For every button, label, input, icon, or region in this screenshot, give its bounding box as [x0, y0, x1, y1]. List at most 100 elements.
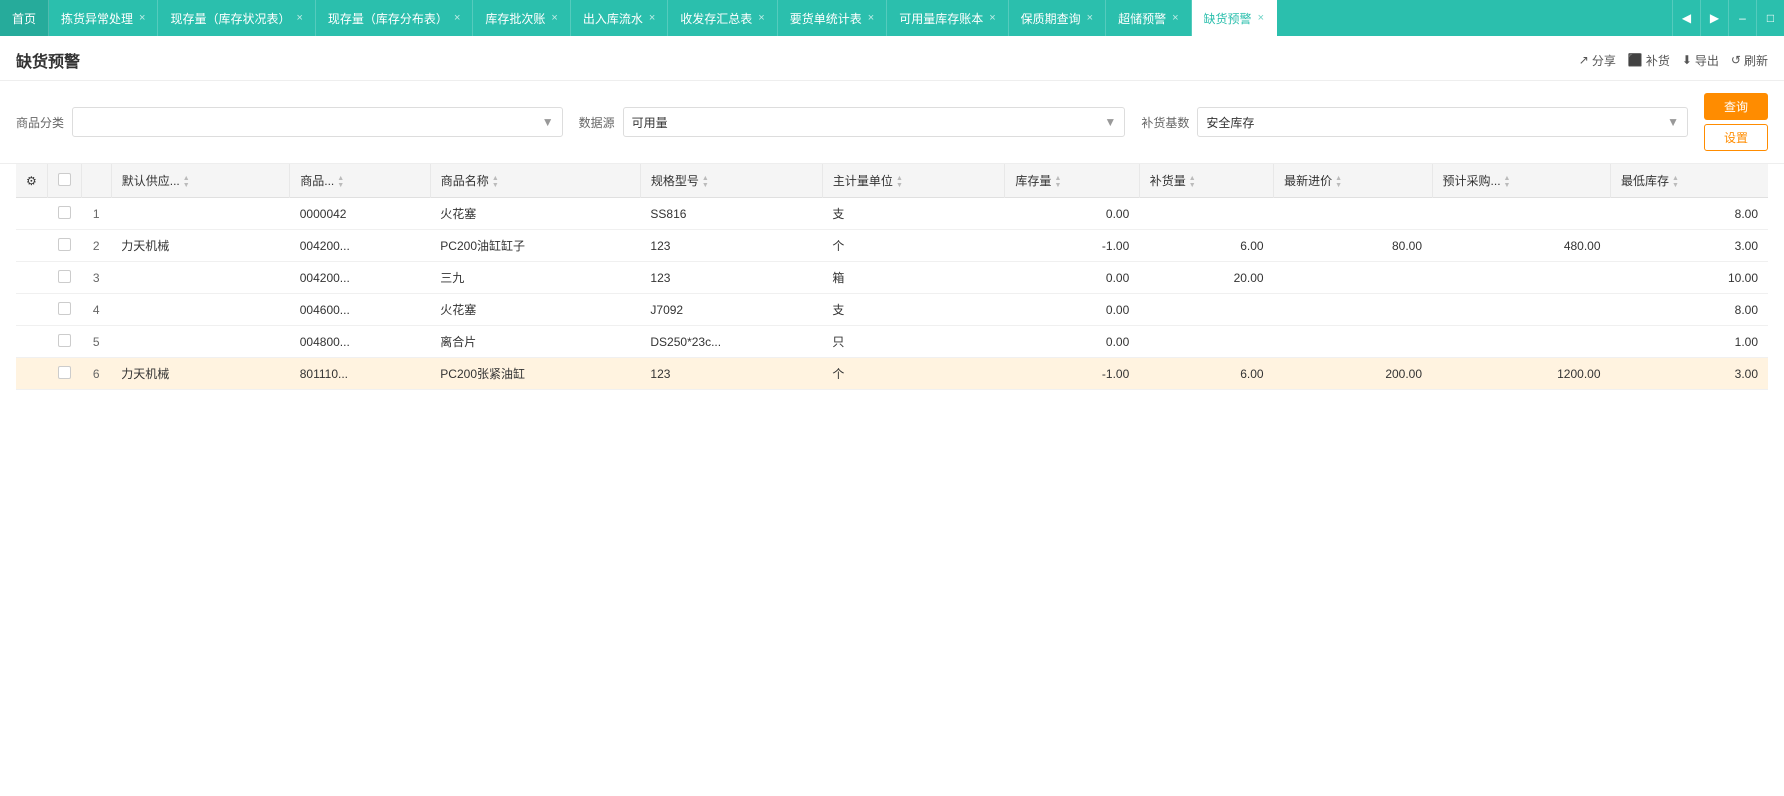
- sort-price-icon: [1335, 175, 1342, 189]
- td-name: 火花塞: [430, 294, 640, 326]
- table-row: 2力天机械004200...PC200油缸缸子123个-1.006.0080.0…: [16, 230, 1768, 262]
- td-price: 80.00: [1274, 230, 1432, 262]
- tab-close-stock-dist[interactable]: ×: [454, 12, 460, 24]
- th-min-stock[interactable]: 最低库存: [1611, 164, 1768, 198]
- td-name: 离合片: [430, 326, 640, 358]
- th-product-name[interactable]: 商品名称: [430, 164, 640, 198]
- sort-min-icon: [1672, 175, 1679, 189]
- row-checkbox[interactable]: [58, 334, 71, 347]
- tab-close-collect[interactable]: ×: [758, 12, 764, 24]
- tab-close-inout[interactable]: ×: [649, 12, 655, 24]
- export-action[interactable]: ⬇ 导出: [1682, 52, 1719, 69]
- tab-available[interactable]: 可用量库存账本×: [887, 0, 1008, 36]
- sort-replenish-icon: [1189, 175, 1196, 189]
- category-select[interactable]: ▼: [72, 107, 563, 137]
- th-stock[interactable]: 库存量: [1005, 164, 1139, 198]
- td-row-num: 2: [81, 230, 111, 262]
- tab-expiry[interactable]: 保质期查询×: [1009, 0, 1106, 36]
- td-code: 801110...: [290, 358, 431, 390]
- th-default-supplier[interactable]: 默认供应...: [111, 164, 289, 198]
- row-checkbox[interactable]: [58, 366, 71, 379]
- refresh-action[interactable]: ↺ 刷新: [1731, 52, 1768, 69]
- settings-button[interactable]: 设置: [1704, 124, 1768, 151]
- td-est: [1432, 198, 1610, 230]
- td-supplier: [111, 294, 289, 326]
- td-min: 10.00: [1611, 262, 1768, 294]
- row-checkbox[interactable]: [58, 206, 71, 219]
- datasource-label: 数据源: [579, 114, 615, 131]
- tab-stock-status[interactable]: 现存量（库存状况表）×: [158, 0, 315, 36]
- row-checkbox[interactable]: [58, 238, 71, 251]
- tab-close-batch[interactable]: ×: [551, 12, 557, 24]
- td-row-settings: [16, 262, 47, 294]
- td-row-num: 3: [81, 262, 111, 294]
- td-row-num: 1: [81, 198, 111, 230]
- export-label: 导出: [1695, 52, 1719, 69]
- tab-scroll-left[interactable]: ◀: [1672, 0, 1700, 36]
- tab-close-purchase-stat[interactable]: ×: [868, 12, 874, 24]
- tab-purchase-stat[interactable]: 要货单统计表×: [778, 0, 887, 36]
- th-settings[interactable]: ⚙: [16, 164, 47, 198]
- th-unit[interactable]: 主计量单位: [822, 164, 1005, 198]
- tab-close-shortage[interactable]: ×: [1258, 12, 1264, 24]
- tab-batch[interactable]: 库存批次账×: [473, 0, 570, 36]
- td-replenish: [1139, 326, 1273, 358]
- settings-gear-icon: ⚙: [26, 174, 37, 188]
- replenish-label: 补货: [1646, 52, 1670, 69]
- tab-shortage[interactable]: 缺货预警×: [1192, 0, 1277, 36]
- th-latest-price[interactable]: 最新进价: [1274, 164, 1432, 198]
- tab-close-available[interactable]: ×: [989, 12, 995, 24]
- replenish-basis-select[interactable]: 安全库存 ▼: [1197, 107, 1688, 137]
- td-replenish: 6.00: [1139, 230, 1273, 262]
- datasource-select[interactable]: 可用量 ▼: [623, 107, 1126, 137]
- td-name: 火花塞: [430, 198, 640, 230]
- tab-close-abnormal[interactable]: ×: [139, 12, 145, 24]
- header-actions: ↗ 分享 ⬛ 补货 ⬇ 导出 ↺ 刷新: [1579, 52, 1768, 69]
- tab-close-stock-status[interactable]: ×: [296, 12, 302, 24]
- th-est-purchase[interactable]: 预计采购...: [1432, 164, 1610, 198]
- select-all-checkbox[interactable]: [58, 173, 71, 186]
- td-code: 004200...: [290, 262, 431, 294]
- tab-close-expiry[interactable]: ×: [1087, 12, 1093, 24]
- table-row: 6力天机械801110...PC200张紧油缸123个-1.006.00200.…: [16, 358, 1768, 390]
- query-button[interactable]: 查询: [1704, 93, 1768, 120]
- window-maximize[interactable]: □: [1756, 0, 1784, 36]
- tab-overstock[interactable]: 超储预警×: [1106, 0, 1191, 36]
- td-row-num: 5: [81, 326, 111, 358]
- tab-abnormal[interactable]: 拣货异常处理×: [49, 0, 158, 36]
- row-checkbox[interactable]: [58, 302, 71, 315]
- th-product-code[interactable]: 商品...: [290, 164, 431, 198]
- td-supplier: 力天机械: [111, 230, 289, 262]
- replenish-basis-filter-group: 补货基数 安全库存 ▼: [1141, 107, 1688, 137]
- th-replenish-qty[interactable]: 补货量: [1139, 164, 1273, 198]
- td-checkbox: [47, 294, 81, 326]
- replenish-action[interactable]: ⬛ 补货: [1628, 52, 1670, 69]
- td-supplier: 力天机械: [111, 358, 289, 390]
- td-unit: 支: [822, 294, 1005, 326]
- tab-close-overstock[interactable]: ×: [1172, 12, 1178, 24]
- td-unit: 箱: [822, 262, 1005, 294]
- sort-est-icon: [1504, 175, 1511, 189]
- tab-stock-dist[interactable]: 现存量（库存分布表）×: [316, 0, 473, 36]
- sort-name-icon: [492, 175, 499, 189]
- td-row-settings: [16, 198, 47, 230]
- tab-scroll-right[interactable]: ▶: [1700, 0, 1728, 36]
- category-filter-group: 商品分类 ▼: [16, 107, 563, 137]
- td-min: 8.00: [1611, 198, 1768, 230]
- tab-collect[interactable]: 收发存汇总表×: [668, 0, 777, 36]
- row-checkbox[interactable]: [58, 270, 71, 283]
- window-minimize[interactable]: –: [1728, 0, 1756, 36]
- td-code: 004200...: [290, 230, 431, 262]
- td-stock: 0.00: [1005, 326, 1139, 358]
- td-row-settings: [16, 326, 47, 358]
- th-row-num: [81, 164, 111, 198]
- sort-code-icon: [337, 175, 344, 189]
- tab-inout[interactable]: 出入库流水×: [571, 0, 668, 36]
- th-spec[interactable]: 规格型号: [640, 164, 822, 198]
- td-replenish: 6.00: [1139, 358, 1273, 390]
- td-stock: -1.00: [1005, 230, 1139, 262]
- share-action[interactable]: ↗ 分享: [1579, 52, 1616, 69]
- tab-home[interactable]: 首页: [0, 0, 49, 36]
- th-checkbox[interactable]: [47, 164, 81, 198]
- export-icon: ⬇: [1682, 53, 1692, 67]
